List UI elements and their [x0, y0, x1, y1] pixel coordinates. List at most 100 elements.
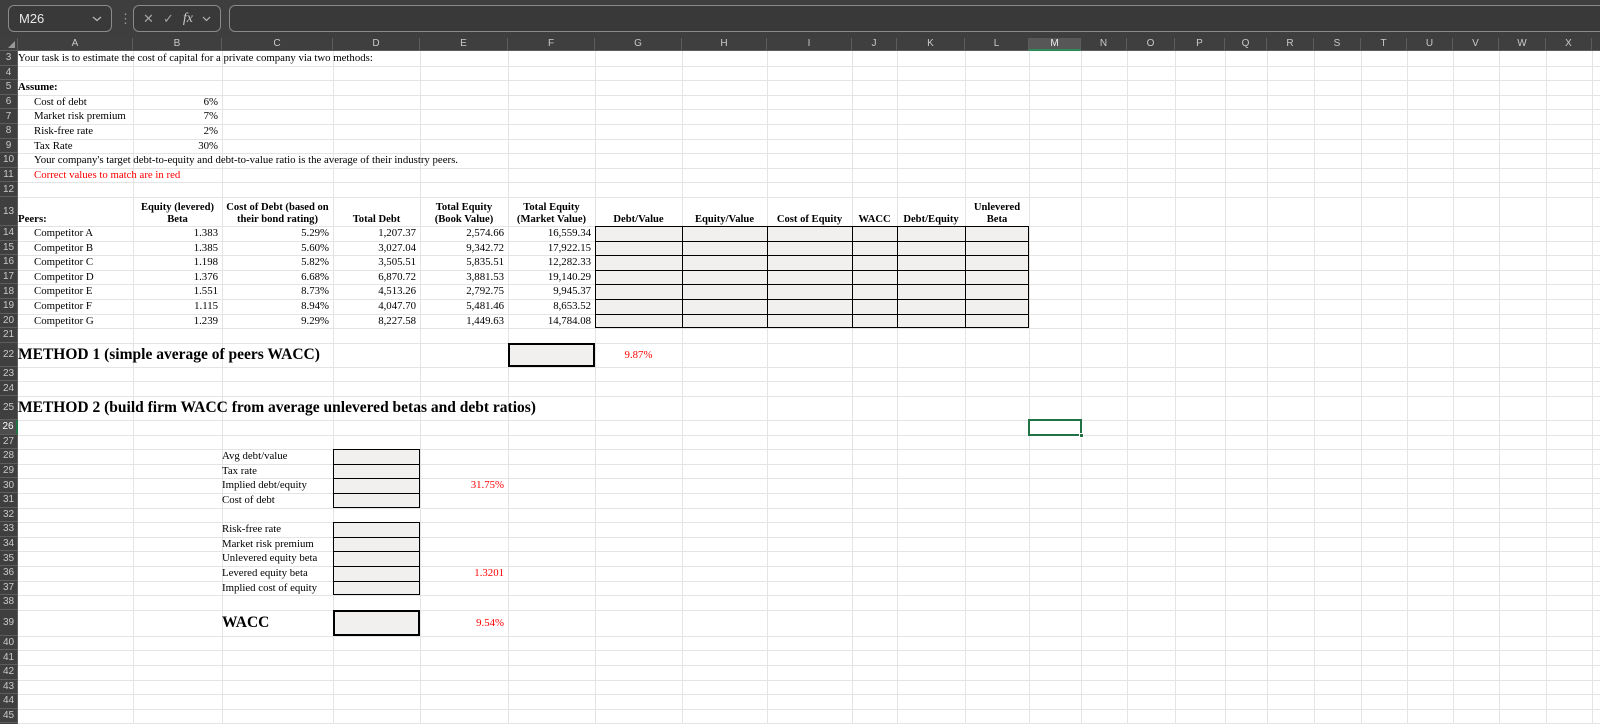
cell-E15-peer-value[interactable]: 9,342.72 — [420, 241, 508, 256]
cell-A16-peer-name[interactable]: Competitor C — [18, 255, 133, 270]
cell-E36-target[interactable]: 1.3201 — [420, 566, 508, 581]
cell-E39-target[interactable]: 9.54% — [420, 610, 508, 636]
cell-A25-method2-title[interactable]: METHOD 2 (build firm WACC from average u… — [18, 396, 536, 420]
cell-B13-header[interactable]: Equity (levered) Beta — [133, 197, 222, 226]
cell-D15-peer-value[interactable]: 3,027.04 — [333, 241, 420, 256]
cell-C29-label[interactable]: Tax rate — [222, 464, 333, 479]
cell-D20-peer-value[interactable]: 8,227.58 — [333, 314, 420, 329]
cell-B14-peer-value[interactable]: 1.383 — [133, 226, 222, 241]
column-header-X[interactable]: X — [1546, 38, 1592, 51]
row-header-4[interactable]: 4 — [0, 65, 18, 81]
cell-C28-label[interactable]: Avg debt/value — [222, 449, 333, 464]
row-header-36[interactable]: 36 — [0, 566, 18, 581]
column-header-C[interactable]: C — [222, 38, 333, 51]
cell-E18-peer-value[interactable]: 2,792.75 — [420, 284, 508, 299]
cell-A6-assumption-label[interactable]: Cost of debt — [18, 95, 133, 110]
cell-B8-assumption-value[interactable]: 2% — [133, 124, 222, 139]
cell-E20-peer-value[interactable]: 1,449.63 — [420, 314, 508, 329]
row-header-34[interactable]: 34 — [0, 536, 18, 552]
row-header-13[interactable]: 13 — [0, 197, 18, 226]
row-header-27[interactable]: 27 — [0, 434, 18, 450]
column-header-R[interactable]: R — [1267, 38, 1314, 51]
cell-I13-header[interactable]: Cost of Equity — [767, 197, 852, 226]
cell-A11-red-note[interactable]: Correct values to match are in red — [18, 168, 180, 183]
cell-A15-peer-name[interactable]: Competitor B — [18, 241, 133, 256]
row-header-25[interactable]: 25 — [0, 396, 18, 420]
cell-C33-label[interactable]: Risk-free rate — [222, 522, 333, 537]
row-header-40[interactable]: 40 — [0, 635, 18, 651]
row-header-15[interactable]: 15 — [0, 240, 18, 256]
column-header-H[interactable]: H — [682, 38, 767, 51]
column-header-T[interactable]: T — [1361, 38, 1407, 51]
cell-A13-peers-label[interactable]: Peers: — [18, 197, 133, 226]
cell-C37-label[interactable]: Implied cost of equity — [222, 581, 333, 596]
method2-wacc-input[interactable] — [333, 609, 420, 636]
cell-B19-peer-value[interactable]: 1.115 — [133, 299, 222, 314]
column-header-M[interactable]: M — [1029, 38, 1081, 51]
row-header-29[interactable]: 29 — [0, 463, 18, 479]
method2-input-block2[interactable] — [333, 522, 420, 596]
cell-D18-peer-value[interactable]: 4,513.26 — [333, 284, 420, 299]
row-header-17[interactable]: 17 — [0, 269, 18, 285]
row-header-7[interactable]: 7 — [0, 109, 18, 124]
cell-A17-peer-name[interactable]: Competitor D — [18, 270, 133, 285]
insert-function-button[interactable]: fx — [183, 11, 193, 27]
cell-E17-peer-value[interactable]: 3,881.53 — [420, 270, 508, 285]
row-header-43[interactable]: 43 — [0, 679, 18, 695]
cell-L13-header[interactable]: Unlevered Beta — [965, 197, 1029, 226]
cell-C16-peer-value[interactable]: 5.82% — [222, 255, 333, 270]
column-header-K[interactable]: K — [897, 38, 965, 51]
cell-B17-peer-value[interactable]: 1.376 — [133, 270, 222, 285]
cell-E19-peer-value[interactable]: 5,481.46 — [420, 299, 508, 314]
cell-E13-header[interactable]: Total Equity (Book Value) — [420, 197, 508, 226]
column-header-L[interactable]: L — [965, 38, 1029, 51]
cell-C34-label[interactable]: Market risk premium — [222, 537, 333, 552]
select-all-button[interactable] — [0, 38, 18, 51]
column-header-B[interactable]: B — [133, 38, 222, 51]
row-header-9[interactable]: 9 — [0, 138, 18, 154]
selected-cell[interactable] — [1028, 419, 1084, 438]
column-header-A[interactable]: A — [18, 38, 133, 51]
row-header-12[interactable]: 12 — [0, 182, 18, 197]
cell-C35-label[interactable]: Unlevered equity beta — [222, 551, 333, 566]
formula-input[interactable] — [229, 5, 1600, 32]
column-header-I[interactable]: I — [767, 38, 852, 51]
row-header-45[interactable]: 45 — [0, 708, 18, 724]
cell-D13-header[interactable]: Total Debt — [333, 197, 420, 226]
cell-F18-peer-value[interactable]: 9,945.37 — [508, 284, 595, 299]
row-header-38[interactable]: 38 — [0, 595, 18, 610]
row-header-6[interactable]: 6 — [0, 94, 18, 110]
peer-calc-input-grid[interactable] — [595, 226, 1029, 329]
cell-B6-assumption-value[interactable]: 6% — [133, 95, 222, 110]
cell-A18-peer-name[interactable]: Competitor E — [18, 284, 133, 299]
cell-B15-peer-value[interactable]: 1.385 — [133, 241, 222, 256]
cell-E30-target[interactable]: 31.75% — [420, 478, 508, 493]
row-header-16[interactable]: 16 — [0, 255, 18, 270]
cell-D17-peer-value[interactable]: 6,870.72 — [333, 270, 420, 285]
row-header-11[interactable]: 11 — [0, 167, 18, 183]
cell-A14-peer-name[interactable]: Competitor A — [18, 226, 133, 241]
row-header-33[interactable]: 33 — [0, 522, 18, 537]
cell-F15-peer-value[interactable]: 17,922.15 — [508, 241, 595, 256]
row-header-28[interactable]: 28 — [0, 449, 18, 464]
method2-input-block1[interactable] — [333, 449, 420, 508]
cell-B9-assumption-value[interactable]: 30% — [133, 139, 222, 154]
row-header-39[interactable]: 39 — [0, 609, 18, 636]
row-header-26[interactable]: 26 — [0, 420, 18, 435]
cell-A22-method1-title[interactable]: METHOD 1 (simple average of peers WACC) — [18, 343, 320, 367]
row-header-18[interactable]: 18 — [0, 284, 18, 299]
cell-A19-peer-name[interactable]: Competitor F — [18, 299, 133, 314]
column-header-W[interactable]: W — [1499, 38, 1546, 51]
cell-D19-peer-value[interactable]: 4,047.70 — [333, 299, 420, 314]
column-header-Q[interactable]: Q — [1225, 38, 1267, 51]
cell-C30-label[interactable]: Implied debt/equity — [222, 478, 333, 493]
column-header-P[interactable]: P — [1175, 38, 1225, 51]
row-header-35[interactable]: 35 — [0, 551, 18, 566]
row-header-22[interactable]: 22 — [0, 342, 18, 367]
cell-F14-peer-value[interactable]: 16,559.34 — [508, 226, 595, 241]
column-header-overflow[interactable] — [1592, 38, 1600, 51]
cell-A5-assume-title[interactable]: Assume: — [18, 80, 133, 95]
cell-A7-assumption-label[interactable]: Market risk premium — [18, 109, 133, 124]
row-header-21[interactable]: 21 — [0, 328, 18, 343]
cell-F17-peer-value[interactable]: 19,140.29 — [508, 270, 595, 285]
